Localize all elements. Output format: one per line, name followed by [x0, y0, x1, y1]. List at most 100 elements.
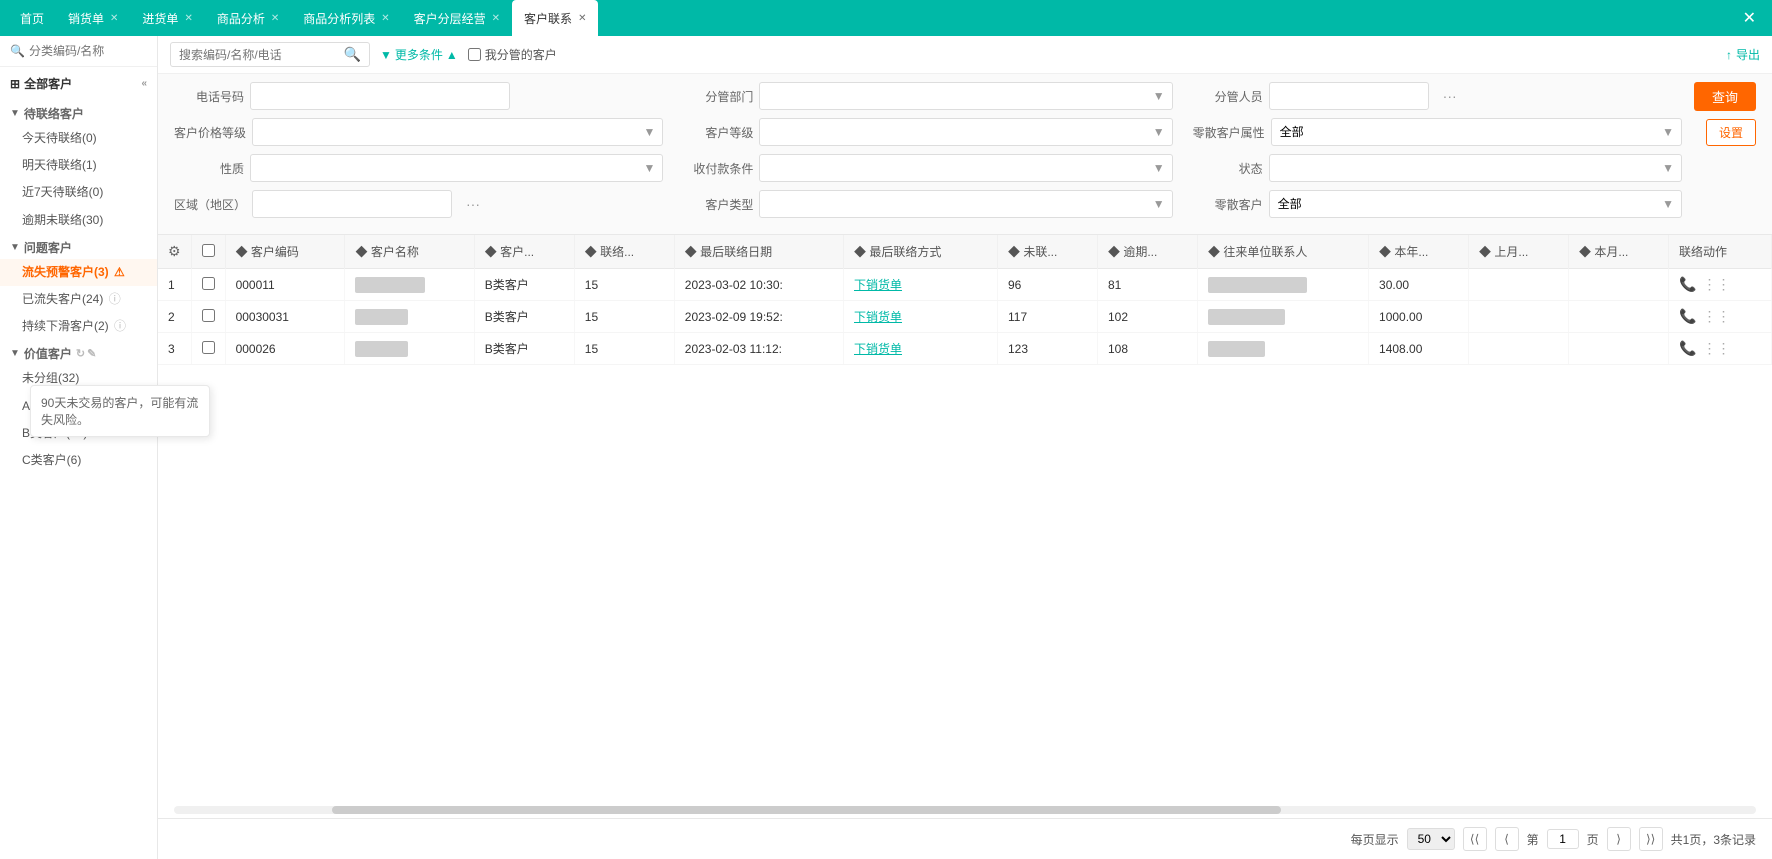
cell-unit-contact: ██ 3...: [1197, 301, 1368, 333]
filter-cell-status: 状态 ▼: [1193, 154, 1682, 182]
table-settings-icon[interactable]: ⚙: [168, 243, 181, 259]
contact-icon[interactable]: 📞: [1679, 276, 1696, 293]
sidebar-item-today-contact[interactable]: 今天待联络(0): [0, 125, 157, 152]
cell-no: 3: [158, 333, 191, 365]
sidebar-search-icon: 🔍: [10, 44, 25, 58]
cell-actions: 📞 ⋮⋮: [1669, 269, 1772, 301]
page-last-btn[interactable]: ⟩⟩: [1639, 827, 1663, 851]
sidebar: 🔍 ⊞ 全部客户 « ▼ 待联络客户 今天待联络(0) 明天待联络(1) 近7天…: [0, 36, 158, 859]
customer-type-select[interactable]: [759, 190, 1172, 218]
manager-input[interactable]: [1269, 82, 1429, 110]
sidebar-group-problem-customers[interactable]: ▼ 问题客户: [0, 234, 157, 259]
top-tabbar: 首页 销货单 ✕ 进货单 ✕ 商品分析 ✕ 商品分析列表 ✕ 客户分层经营 ✕ …: [0, 0, 1772, 36]
sidebar-collapse-btn[interactable]: «: [141, 78, 147, 89]
phone-input[interactable]: [250, 82, 510, 110]
region-input[interactable]: [252, 190, 452, 218]
churn-warning-tooltip: 90天未交易的客户，可能有流失风险。: [30, 385, 158, 437]
col-last-month: ◆ 上月...: [1469, 235, 1569, 269]
page-next-btn[interactable]: ⟩: [1607, 827, 1631, 851]
col-overdue: ◆ 逾期...: [1097, 235, 1197, 269]
export-button[interactable]: ↑ 导出: [1726, 46, 1760, 63]
filter-search-button[interactable]: 🔍: [344, 46, 361, 63]
cell-unit-contact: ███ 107...: [1197, 269, 1368, 301]
cell-this-year: 1408.00: [1369, 333, 1469, 365]
edit-icon[interactable]: ✎: [87, 347, 96, 360]
sidebar-item-churn-warning[interactable]: 流失预警客户(3) ⚠: [0, 259, 157, 286]
row-checkbox[interactable]: [202, 309, 215, 322]
payment-select[interactable]: [759, 154, 1172, 182]
tab-purchase[interactable]: 进货单 ✕: [130, 0, 204, 36]
tab-home[interactable]: 首页: [8, 0, 56, 36]
sidebar-item-overdue-contact[interactable]: 逾期未联络(30): [0, 207, 157, 234]
sidebar-item-class-c[interactable]: C类客户(6): [0, 447, 157, 474]
refresh-icon[interactable]: ↻: [76, 347, 85, 360]
last-method-link[interactable]: 下销货单: [854, 310, 902, 324]
tab-customer-tier[interactable]: 客户分层经营 ✕: [402, 0, 512, 36]
more-actions-icon[interactable]: ⋮⋮: [1702, 340, 1730, 357]
page-number-input[interactable]: [1547, 829, 1579, 849]
status-select[interactable]: [1269, 154, 1682, 182]
info-icon-2: ⓘ: [114, 319, 126, 333]
tab-analysis-close[interactable]: ✕: [271, 13, 279, 24]
table-container: ⚙ ◆ 客户编码 ◆ 客户名称: [158, 235, 1772, 802]
filter-row-4: 区域（地区） ··· 客户类型 ▼ 零散客户: [174, 190, 1682, 218]
nature-select[interactable]: [250, 154, 663, 182]
setting-button[interactable]: 设置: [1706, 119, 1756, 146]
last-method-link[interactable]: 下销货单: [854, 342, 902, 356]
manager-more-btn[interactable]: ···: [1435, 88, 1465, 104]
horizontal-scrollbar[interactable]: [174, 806, 1756, 814]
sidebar-item-7day-contact[interactable]: 近7天待联络(0): [0, 179, 157, 206]
sidebar-item-churned[interactable]: 已流失客户(24) ⓘ: [0, 286, 157, 313]
zero-customer-select[interactable]: 全部: [1269, 190, 1682, 218]
sidebar-item-declining[interactable]: 持续下滑客户(2) ⓘ: [0, 313, 157, 340]
more-actions-icon[interactable]: ⋮⋮: [1702, 308, 1730, 325]
cell-actions: 📞 ⋮⋮: [1669, 333, 1772, 365]
sidebar-group-pending-contact[interactable]: ▼ 待联络客户: [0, 100, 157, 125]
zero-attr-select[interactable]: 全部: [1271, 118, 1682, 146]
window-close-button[interactable]: ✕: [1735, 8, 1764, 28]
tab-sales[interactable]: 销货单 ✕: [56, 0, 130, 36]
sidebar-item-tomorrow-contact[interactable]: 明天待联络(1): [0, 152, 157, 179]
filter-expanded-panel: 电话号码 分管部门 ▼ 分管人员: [158, 74, 1772, 235]
tab-analysis-list-close[interactable]: ✕: [381, 13, 389, 24]
customer-level-select[interactable]: [759, 118, 1172, 146]
tab-analysis-list[interactable]: 商品分析列表 ✕: [291, 0, 401, 36]
row-checkbox[interactable]: [202, 277, 215, 290]
col-unit-contact: ◆ 往来单位联系人: [1197, 235, 1368, 269]
phone-label: 电话号码: [174, 88, 244, 105]
contact-icon[interactable]: 📞: [1679, 340, 1696, 357]
per-page-select[interactable]: 50: [1407, 828, 1455, 850]
payment-select-wrap: ▼: [759, 154, 1172, 182]
more-conditions-button[interactable]: ▼ 更多条件 ▲: [380, 46, 458, 63]
contact-icon[interactable]: 📞: [1679, 308, 1696, 325]
query-button[interactable]: 查询: [1694, 82, 1756, 111]
my-customers-checkbox-wrap[interactable]: 我分管的客户: [468, 46, 557, 63]
filter-row-2: 客户价格等级 ▼ 客户等级 ▼: [174, 118, 1682, 146]
region-more-btn[interactable]: ···: [458, 196, 488, 212]
tab-customer-contact-close[interactable]: ✕: [578, 13, 586, 24]
last-method-link[interactable]: 下销货单: [854, 278, 902, 292]
tab-purchase-close[interactable]: ✕: [184, 13, 192, 24]
total-label: 页: [1587, 831, 1599, 848]
price-level-select[interactable]: [252, 118, 663, 146]
cell-name: ██: [345, 301, 474, 333]
tab-analysis[interactable]: 商品分析 ✕: [205, 0, 291, 36]
tab-sales-close[interactable]: ✕: [110, 13, 118, 24]
my-customers-checkbox[interactable]: [468, 48, 481, 61]
sidebar-search-input[interactable]: [29, 44, 158, 58]
dept-select[interactable]: [759, 82, 1172, 110]
arrow-down-icon: ▼: [10, 108, 20, 119]
page-first-btn[interactable]: ⟨⟨: [1463, 827, 1487, 851]
cell-this-year: 1000.00: [1369, 301, 1469, 333]
price-level-label: 客户价格等级: [174, 124, 246, 141]
sidebar-group-value-customers[interactable]: ▼ 价值客户 ↻ ✎: [0, 340, 157, 365]
all-customers-header[interactable]: ⊞ 全部客户 «: [0, 67, 157, 100]
filter-search-input[interactable]: [179, 48, 344, 62]
page-prev-btn[interactable]: ⟨: [1495, 827, 1519, 851]
tab-customer-tier-close[interactable]: ✕: [492, 13, 500, 24]
row-checkbox[interactable]: [202, 341, 215, 354]
select-all-checkbox[interactable]: [202, 244, 215, 257]
row-actions: 📞 ⋮⋮: [1679, 276, 1761, 293]
tab-customer-contact[interactable]: 客户联系 ✕: [512, 0, 598, 36]
more-actions-icon[interactable]: ⋮⋮: [1702, 276, 1730, 293]
